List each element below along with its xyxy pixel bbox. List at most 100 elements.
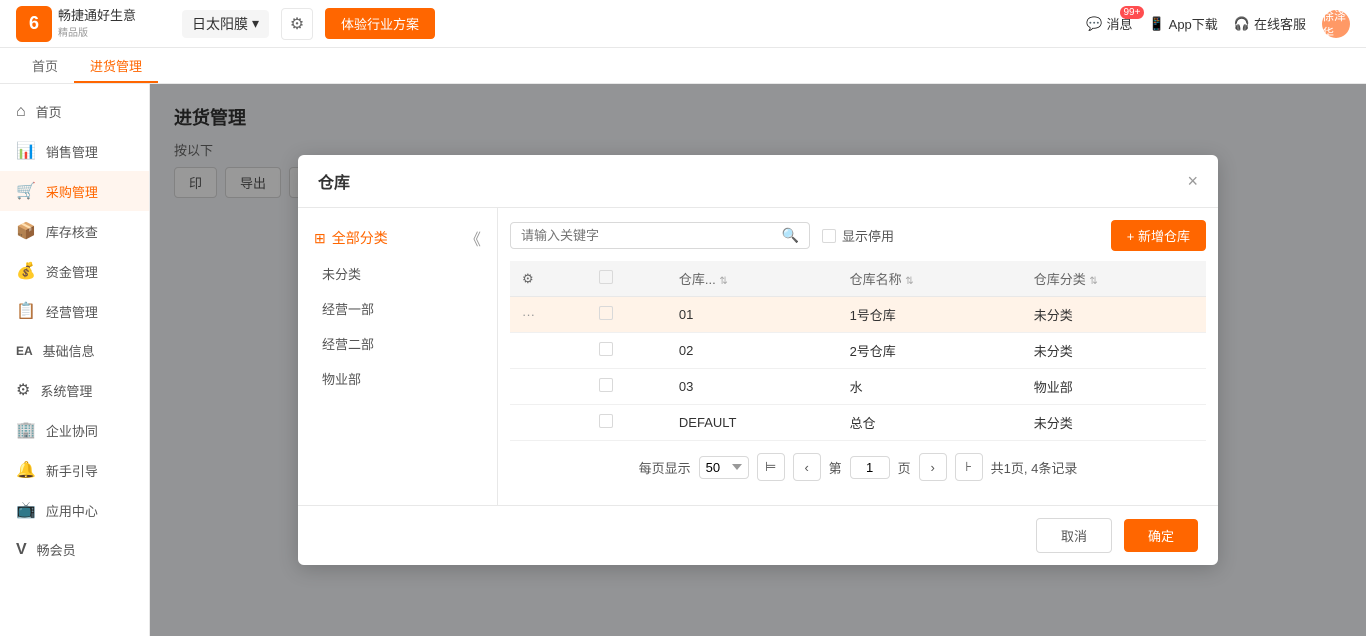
table-row[interactable]: 02 2号仓库 未分类 <box>510 333 1206 369</box>
main-layout: ⌂ 首页 📊 销售管理 🛒 采购管理 📦 库存核查 💰 资金管理 📋 经营管理 … <box>0 84 1366 636</box>
confirm-button[interactable]: 确定 <box>1124 519 1198 552</box>
row-action <box>510 405 587 441</box>
pagination: 每页显示 50 10 20 100 ⊨ ‹ 第 页 <box>510 441 1206 493</box>
modal-title: 仓库 <box>318 169 350 193</box>
all-categories-button[interactable]: ⊞ 全部分类 <box>314 228 388 248</box>
category-item-operations1[interactable]: 经营一部 <box>298 291 497 326</box>
total-pages: 共1页, 4条记录 <box>991 458 1078 477</box>
member-icon: V <box>16 541 27 559</box>
checkbox-icon[interactable] <box>599 306 613 320</box>
notifications-button[interactable]: 💬 消息 99+ <box>1086 14 1132 33</box>
sidebar-item-label: 应用中心 <box>46 501 98 520</box>
row-num: 01 <box>667 297 838 333</box>
appcenter-icon: 📺 <box>16 500 36 520</box>
row-checkbox <box>587 297 667 333</box>
checkbox-icon[interactable] <box>599 414 613 428</box>
row-action <box>510 369 587 405</box>
tab-home[interactable]: 首页 <box>16 50 74 83</box>
sidebar: ⌂ 首页 📊 销售管理 🛒 采购管理 📦 库存核查 💰 资金管理 📋 经营管理 … <box>0 84 150 636</box>
sidebar-item-label: 新手引导 <box>46 461 98 480</box>
sidebar-item-member[interactable]: V 畅会员 <box>0 530 149 569</box>
sidebar-item-home[interactable]: ⌂ 首页 <box>0 92 149 131</box>
download-icon: 📱 <box>1148 16 1164 32</box>
collapse-icon[interactable]: 《 <box>465 226 481 250</box>
online-service-button[interactable]: 🎧 在线客服 <box>1234 14 1306 33</box>
prev-page-button[interactable]: ‹ <box>793 453 821 481</box>
col-checkbox <box>587 261 667 297</box>
basic-icon: EA <box>16 344 33 358</box>
settings-col-icon: ⚙ <box>522 271 534 286</box>
add-warehouse-button[interactable]: + 新增仓库 <box>1111 220 1206 251</box>
close-icon[interactable]: × <box>1187 171 1198 192</box>
cancel-button[interactable]: 取消 <box>1036 518 1112 553</box>
modal-footer: 取消 确定 <box>298 505 1218 565</box>
sidebar-item-system[interactable]: ⚙ 系统管理 <box>0 370 149 410</box>
row-name: 2号仓库 <box>838 333 1022 369</box>
search-input[interactable] <box>521 228 782 243</box>
row-num: 03 <box>667 369 838 405</box>
checkbox-icon[interactable] <box>599 378 613 392</box>
table-row[interactable]: 03 水 物业部 <box>510 369 1206 405</box>
nav-tabs: 首页 进货管理 <box>0 48 1366 84</box>
all-categories-label: 全部分类 <box>332 228 388 248</box>
sidebar-item-label: 首页 <box>36 102 62 121</box>
category-item-property[interactable]: 物业部 <box>298 361 497 396</box>
bell-icon: 💬 <box>1086 16 1102 32</box>
modal-body: ⊞ 全部分类 《 未分类 经营一部 经营二部 物业部 <box>298 208 1218 505</box>
page-label: 第 <box>829 458 842 477</box>
modal-overlay: 仓库 × ⊞ 全部分类 《 未分类 <box>150 84 1366 636</box>
header-center: 日太阳膜 ▾ ⚙ 体验行业方案 <box>166 8 1086 40</box>
trial-button[interactable]: 体验行业方案 <box>325 8 435 39</box>
last-page-button[interactable]: ⊦ <box>955 453 983 481</box>
page-unit: 页 <box>898 458 911 477</box>
next-page-button[interactable]: › <box>919 453 947 481</box>
sales-icon: 📊 <box>16 141 36 161</box>
logo-sub: 精品版 <box>58 24 136 39</box>
sidebar-item-finance[interactable]: 💰 资金管理 <box>0 251 149 291</box>
row-checkbox <box>587 405 667 441</box>
sidebar-item-enterprise[interactable]: 🏢 企业协同 <box>0 410 149 450</box>
warehouse-table: ⚙ 仓库... ⇅ 仓库名称 ⇅ <box>510 261 1206 441</box>
app-download-button[interactable]: 📱 App下载 <box>1148 14 1217 33</box>
sidebar-item-operation[interactable]: 📋 经营管理 <box>0 291 149 331</box>
sidebar-item-label: 库存核查 <box>46 222 98 241</box>
per-page-label: 每页显示 <box>639 458 691 477</box>
guide-icon: 🔔 <box>16 460 36 480</box>
category-item-operations2[interactable]: 经营二部 <box>298 326 497 361</box>
sort-name-icon: ⇅ <box>905 276 913 287</box>
sidebar-item-sales[interactable]: 📊 销售管理 <box>0 131 149 171</box>
search-box: 🔍 <box>510 222 810 249</box>
dots-icon[interactable]: ··· <box>522 307 535 322</box>
tab-purchase[interactable]: 进货管理 <box>74 50 158 83</box>
table-row[interactable]: DEFAULT 总仓 未分类 <box>510 405 1206 441</box>
avatar: 徐泽华 <box>1322 10 1350 38</box>
row-name: 1号仓库 <box>838 297 1022 333</box>
sidebar-item-guide[interactable]: 🔔 新手引导 <box>0 450 149 490</box>
system-icon: ⚙ <box>16 380 30 400</box>
sidebar-item-purchase[interactable]: 🛒 采购管理 <box>0 171 149 211</box>
checkbox-icon <box>822 229 836 243</box>
enterprise-icon: 🏢 <box>16 420 36 440</box>
sidebar-item-label: 资金管理 <box>46 262 98 281</box>
first-page-button[interactable]: ⊨ <box>757 453 785 481</box>
store-selector[interactable]: 日太阳膜 ▾ <box>182 10 269 38</box>
modal-header: 仓库 × <box>298 155 1218 208</box>
show-disabled-checkbox[interactable]: 显示停用 <box>822 226 894 245</box>
checkbox-icon[interactable] <box>599 342 613 356</box>
page-input[interactable] <box>850 456 890 479</box>
category-item-unclassified[interactable]: 未分类 <box>298 256 497 291</box>
content-area: 进货管理 按以下 印 导出 刷新 查询 设置 仓库 × <box>150 84 1366 636</box>
row-category: 未分类 <box>1022 333 1206 369</box>
logo-area: 6 畅捷通好生意 精品版 <box>16 6 166 42</box>
table-row[interactable]: ··· 01 1号仓库 未分类 <box>510 297 1206 333</box>
sidebar-item-basic[interactable]: EA 基础信息 <box>0 331 149 370</box>
user-profile-button[interactable]: 徐泽华 <box>1322 10 1350 38</box>
per-page-select[interactable]: 50 10 20 100 <box>699 456 749 479</box>
col-settings: ⚙ <box>510 261 587 297</box>
row-action <box>510 333 587 369</box>
header-checkbox[interactable] <box>599 270 613 284</box>
sidebar-item-inventory[interactable]: 📦 库存核查 <box>0 211 149 251</box>
settings-icon[interactable]: ⚙ <box>281 8 313 40</box>
sidebar-item-appcenter[interactable]: 📺 应用中心 <box>0 490 149 530</box>
row-num: 02 <box>667 333 838 369</box>
